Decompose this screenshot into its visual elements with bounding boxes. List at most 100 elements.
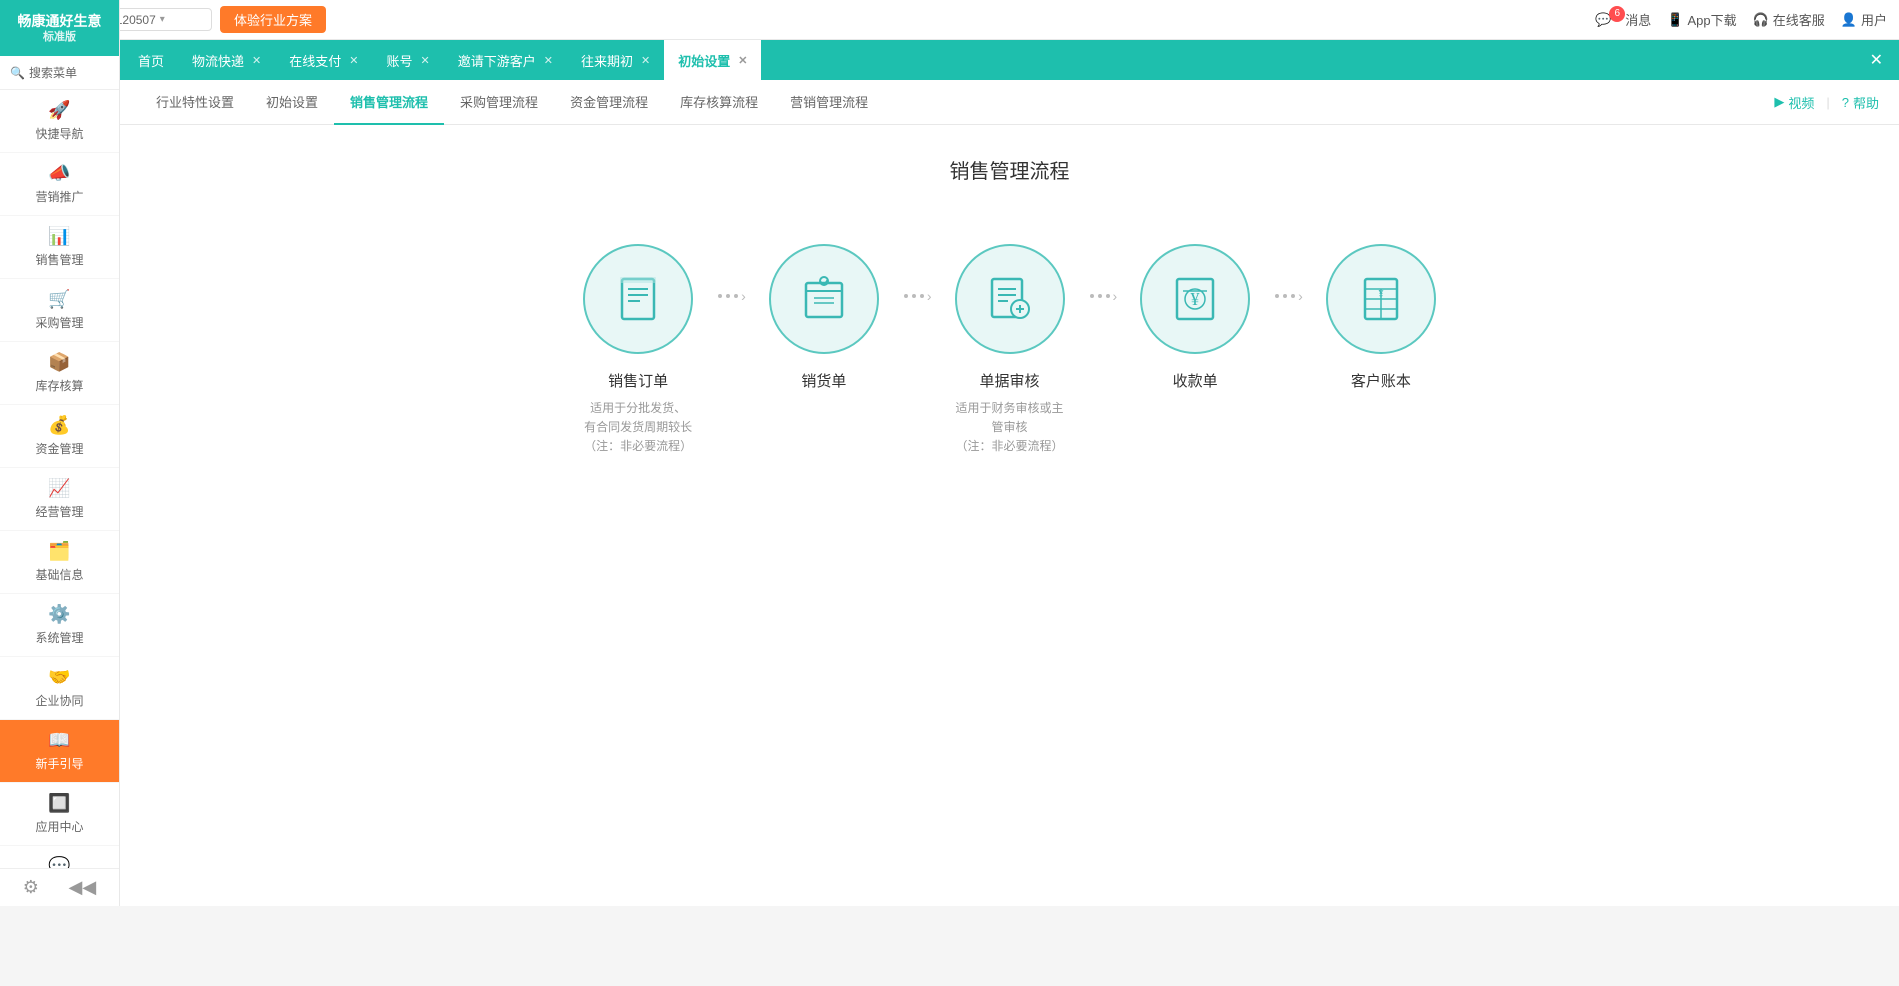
sidebar-icon-5: 💰 [48,415,70,436]
notification-label: 消息 [1625,10,1651,29]
dot1-3 [1090,294,1094,298]
sidebar-icon-1: 📣 [48,163,70,184]
help-item[interactable]: ? 帮助 [1842,93,1879,112]
sidebar-item-9[interactable]: 🤝 企业协同 [0,657,119,720]
sidebar-item-11[interactable]: 🔲 应用中心 [0,783,119,846]
close-tab-4-icon[interactable]: ✕ [544,54,553,67]
sidebar-item-7[interactable]: 🗂️ 基础信息 [0,531,119,594]
sidebar: 畅康通好生意 标准版 🔍 搜索菜单 🚀 快捷导航 📣 营销推广 📊 销售管理 🛒… [0,0,120,906]
nav-tab-label-4: 邀请下游客户 [458,51,536,70]
sidebar-item-6[interactable]: 📈 经营管理 [0,468,119,531]
flow-circle-0[interactable] [583,244,693,354]
nav-tab-1[interactable]: 物流快递 ✕ [178,40,275,80]
nav-tab-5[interactable]: 往来期初✕ [567,40,664,80]
sidebar-label-9: 企业协同 [35,692,83,709]
user-item[interactable]: 👤 用户 [1841,10,1887,29]
sub-tab-0[interactable]: 行业特性设置 [140,80,250,125]
close-tab-6-icon[interactable]: ✕ [738,54,747,67]
user-avatar-icon: 👤 [1841,12,1857,28]
nav-tab-label-2: 在线支付 [289,51,341,70]
user-right-label: 用户 [1861,10,1887,29]
flow-circle-2[interactable] [955,244,1065,354]
sub-tab-5[interactable]: 库存核算流程 [664,80,774,125]
notification-item[interactable]: 💬 6 消息 [1595,10,1651,29]
nav-tab-label-6: 初始设置 [678,51,730,70]
sidebar-icon-4: 📦 [48,352,70,373]
sidebar-label-2: 销售管理 [35,251,83,268]
dot2-2 [912,294,916,298]
sub-tab-6[interactable]: 营销管理流程 [774,80,884,125]
sidebar-item-3[interactable]: 🛒 采购管理 [0,279,119,342]
flow-step-0: 销售订单 适用于分批发货、有合同发货周期较长（注：非必要流程） [558,244,718,457]
sidebar-logo: 畅康通好生意 标准版 [0,0,119,56]
top-bar: 用户690企业1660120507 ▾ 体验行业方案 💬 6 消息 📱 App下… [0,0,1899,40]
app-icon: 📱 [1667,12,1683,28]
sidebar-label-0: 快捷导航 [35,125,83,142]
sub-tab-1[interactable]: 初始设置 [250,80,334,125]
sidebar-item-8[interactable]: ⚙️ 系统管理 [0,594,119,657]
app-download-item[interactable]: 📱 App下载 [1667,10,1736,29]
experience-button[interactable]: 体验行业方案 [220,6,326,33]
nav-tab-4[interactable]: 邀请下游客户 ✕ [444,40,567,80]
flow-title: 销售管理流程 [160,155,1859,184]
sidebar-label-5: 资金管理 [35,440,83,457]
sidebar-items: 🚀 快捷导航 📣 营销推广 📊 销售管理 🛒 采购管理 📦 库存核算 💰 资金管… [0,90,119,868]
nav-tab-2[interactable]: 在线支付 ✕ [275,40,372,80]
svg-text:¥: ¥ [1191,289,1200,309]
online-service-item[interactable]: 🎧 在线客服 [1753,10,1825,29]
dot1-1 [718,294,722,298]
dot2-4 [1283,294,1287,298]
sidebar-item-1[interactable]: 📣 营销推广 [0,153,119,216]
arrow-inner-2: › [904,288,930,304]
flow-step-name-4: 客户账本 [1351,370,1411,391]
sidebar-icon-7: 🗂️ [48,541,70,562]
sub-tab-2[interactable]: 销售管理流程 [334,80,444,125]
sidebar-label-8: 系统管理 [35,629,83,646]
nav-tab-0[interactable]: 首页 [124,40,178,80]
sub-tab-4[interactable]: 资金管理流程 [554,80,664,125]
flow-step-4: ¥ 客户账本 [1301,244,1461,399]
close-tab-2-icon[interactable]: ✕ [349,54,358,67]
sidebar-icon-9: 🤝 [48,667,70,688]
sidebar-icon-0: 🚀 [48,100,70,121]
sidebar-item-10[interactable]: 📖 新手引导 [0,720,119,783]
sidebar-item-5[interactable]: 💰 资金管理 [0,405,119,468]
video-icon: ▶ [1774,94,1784,110]
flow-step-desc-2: 适用于财务审核或主管审核（注：非必要流程） [955,399,1063,457]
sidebar-icon-10: 📖 [48,730,70,751]
sidebar-search[interactable]: 🔍 搜索菜单 [0,56,119,90]
sub-tab-3[interactable]: 采购管理流程 [444,80,554,125]
nav-tab-3[interactable]: 账号 ✕ [372,40,443,80]
close-tab-1-icon[interactable]: ✕ [252,54,261,67]
flow-step-name-0: 销售订单 [608,370,668,391]
dot3-1 [734,294,738,298]
flow-step-2: 单据审核 适用于财务审核或主管审核（注：非必要流程） [930,244,1090,457]
sidebar-item-0[interactable]: 🚀 快捷导航 [0,90,119,153]
sidebar-item-2[interactable]: 📊 销售管理 [0,216,119,279]
close-all-tabs[interactable]: ✕ [1858,50,1895,70]
close-tab-3-icon[interactable]: ✕ [421,54,430,67]
close-tab-5-icon[interactable]: ✕ [641,54,650,67]
sidebar-label-6: 经营管理 [35,503,83,520]
help-video-item[interactable]: ▶ 视频 [1774,93,1814,112]
online-service-label: 在线客服 [1773,10,1825,29]
divider: | [1826,95,1829,110]
settings-icon[interactable]: ⚙ [23,877,39,898]
sidebar-item-12[interactable]: 💬 企业微信 [0,846,119,868]
flow-circle-1[interactable] [769,244,879,354]
dot3-4 [1291,294,1295,298]
nav-tab-label-1: 物流快递 [192,51,244,70]
flow-step-1: 销货单 [744,244,904,399]
nav-tab-6[interactable]: 初始设置 ✕ [664,40,761,80]
nav-tab-label-0: 首页 [138,51,164,70]
arrow-inner-3: › [1090,288,1116,304]
collapse-icon[interactable]: ◀◀ [69,877,97,898]
sidebar-icon-3: 🛒 [48,289,70,310]
flow-step-name-3: 收款单 [1173,370,1218,391]
sidebar-label-7: 基础信息 [35,566,83,583]
flow-circle-3[interactable]: ¥ [1140,244,1250,354]
sidebar-item-4[interactable]: 📦 库存核算 [0,342,119,405]
flow-step-3: ¥ 收款单 [1115,244,1275,399]
nav-tab-label-3: 账号 [386,51,412,70]
flow-circle-4[interactable]: ¥ [1326,244,1436,354]
